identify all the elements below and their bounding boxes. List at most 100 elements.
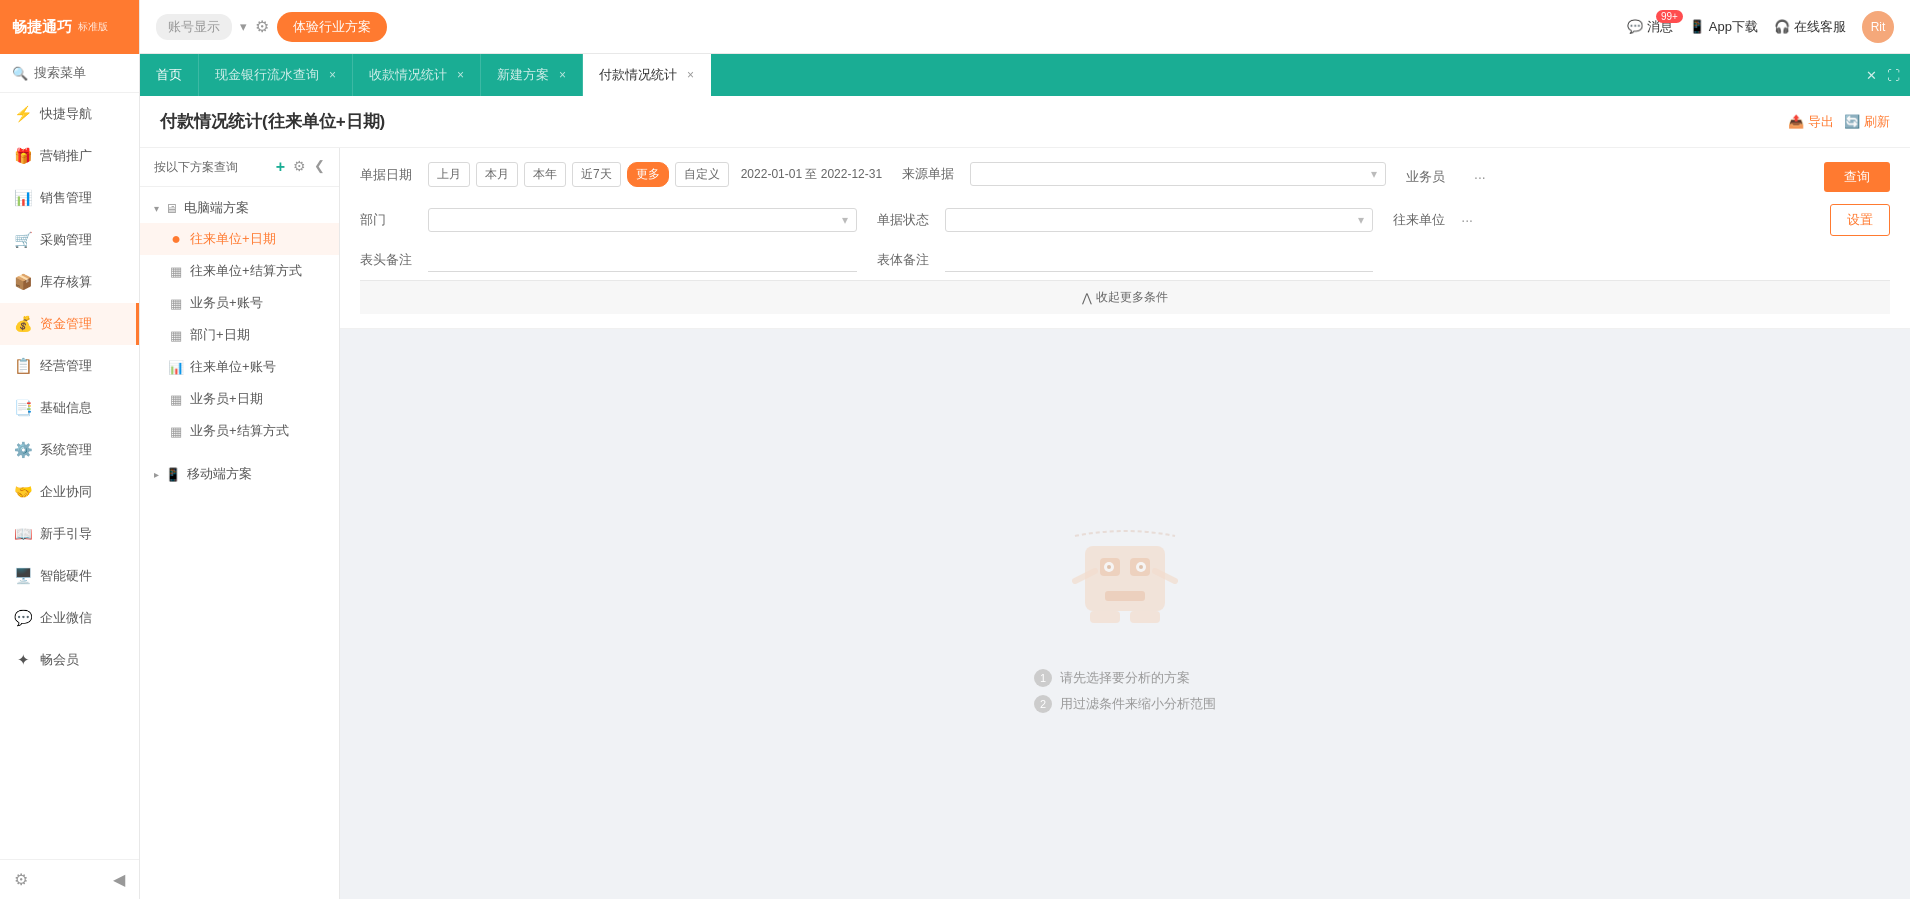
date-filter-label: 单据日期 [360,166,420,184]
tab-bank-flow[interactable]: 现金银行流水查询 × [199,54,353,96]
dept-select[interactable]: ▾ [428,208,857,232]
tab-home[interactable]: 首页 [140,54,199,96]
sidebar-item-label: 系统管理 [40,441,92,459]
left-panel: 按以下方案查询 + ⚙ ❮ ▾ 🖥 电脑端方案 [140,148,340,899]
tab-new-plan-close[interactable]: × [559,68,566,82]
sidebar-item-operations[interactable]: 📋 经营管理 [0,345,139,387]
wechat-icon: 💬 [14,609,32,627]
add-schema-btn[interactable]: + [276,158,285,176]
date-btn-this-month[interactable]: 本月 [476,162,518,187]
app-download-btn[interactable]: 📱 App下载 [1689,18,1758,36]
phone-icon: 📱 [1689,19,1705,34]
sidebar-item-base[interactable]: 📑 基础信息 [0,387,139,429]
date-btn-7days[interactable]: 近7天 [572,162,621,187]
sidebar-item-marketing[interactable]: 🎁 营销推广 [0,135,139,177]
group-expand-icon: ▾ [154,203,159,214]
tab-new-plan[interactable]: 新建方案 × [481,54,583,96]
schema-item-partner-settle[interactable]: ▦ 往来单位+结算方式 [140,255,339,287]
tab-receipt-stats[interactable]: 收款情况统计 × [353,54,481,96]
tab-expand-icon[interactable]: ⛶ [1887,68,1900,83]
footer-settings-icon[interactable]: ⚙ [14,870,28,889]
right-content: 单据日期 上月 本月 本年 近7天 更多 自定义 2022-01-01 至 20… [340,148,1910,899]
collapse-more-btn[interactable]: ⋀ 收起更多条件 [360,280,1890,314]
sidebar-item-system[interactable]: ⚙️ 系统管理 [0,429,139,471]
tab-receipt-stats-close[interactable]: × [457,68,464,82]
industry-btn[interactable]: 体验行业方案 [277,12,387,42]
messages-btn[interactable]: 💬 消息 99+ [1627,18,1673,36]
message-icon: 💬 [1627,19,1643,34]
customer-service-btn[interactable]: 🎧 在线客服 [1774,18,1846,36]
app-download-label: App下载 [1709,18,1758,36]
schema-settings-icon[interactable]: ⚙ [293,158,306,176]
schema-item-salesperson-account[interactable]: ▦ 业务员+账号 [140,287,339,319]
tab-payment-stats[interactable]: 付款情况统计 × [583,54,711,96]
schema-item-partner-account[interactable]: 📊 往来单位+账号 [140,351,339,383]
avatar[interactable]: Rit [1862,11,1894,43]
headset-icon: 🎧 [1774,19,1790,34]
system-icon: ⚙️ [14,441,32,459]
doc-status-chevron: ▾ [1358,213,1364,227]
salesperson-more-btn[interactable]: ··· [1474,169,1486,185]
topbar: 账号显示 ▾ ⚙ 体验行业方案 💬 消息 99+ 📱 App下载 🎧 在线客服 [140,0,1910,54]
export-btn[interactable]: 📤 导出 [1788,113,1834,131]
collapse-chevron-icon: ⋀ [1082,291,1092,305]
sidebar-item-label: 智能硬件 [40,567,92,585]
collapse-label: 收起更多条件 [1096,289,1168,306]
hardware-icon: 🖥️ [14,567,32,585]
settings-icon[interactable]: ⚙ [255,17,269,36]
sidebar-item-label: 库存核算 [40,273,92,291]
refresh-btn[interactable]: 🔄 刷新 [1844,113,1890,131]
date-btn-last-month[interactable]: 上月 [428,162,470,187]
tab-payment-stats-label: 付款情况统计 [599,66,677,84]
dropdown-icon[interactable]: ▾ [240,19,247,34]
partner-more-btn[interactable]: ··· [1461,212,1473,228]
sidebar-item-sales[interactable]: 📊 销售管理 [0,177,139,219]
sidebar-item-label: 畅会员 [40,651,79,669]
sidebar-item-member[interactable]: ✦ 畅会员 [0,639,139,681]
page-actions: 📤 导出 🔄 刷新 [1788,113,1890,131]
svg-rect-0 [1085,546,1165,611]
tip-text-1: 请先选择要分析的方案 [1060,669,1190,687]
schema-item-salesperson-date[interactable]: ▦ 业务员+日期 [140,383,339,415]
search-menu[interactable]: 🔍 搜索菜单 [0,54,139,93]
robot-icon [1065,516,1185,636]
query-btn[interactable]: 查询 [1824,162,1890,192]
footer-collapse-icon[interactable]: ◀ [113,870,125,889]
tab-payment-stats-close[interactable]: × [687,68,694,82]
schema-group-mobile-title[interactable]: ▸ 📱 移动端方案 [140,459,339,489]
tab-bank-flow-close[interactable]: × [329,68,336,82]
source-select[interactable]: ▾ [970,162,1386,186]
sidebar-item-label: 快捷导航 [40,105,92,123]
date-btn-custom[interactable]: 自定义 [675,162,729,187]
left-panel-header: 按以下方案查询 + ⚙ ❮ [140,148,339,187]
logo-sub: 标准版 [78,20,108,34]
doc-status-select[interactable]: ▾ [945,208,1374,232]
sidebar-item-finance[interactable]: 💰 资金管理 [0,303,139,345]
sidebar-item-quick-nav[interactable]: ⚡ 快捷导航 [0,93,139,135]
tab-close-all-icon[interactable]: ✕ [1866,68,1877,83]
date-btn-more[interactable]: 更多 [627,162,669,187]
empty-tip-1: 1 请先选择要分析的方案 [1034,669,1216,687]
schema-item-dept-date[interactable]: ▦ 部门+日期 [140,319,339,351]
marketing-icon: 🎁 [14,147,32,165]
schema-active-icon: ● [168,231,184,247]
schema-group-desktop-title[interactable]: ▾ 🖥 电脑端方案 [140,193,339,223]
schema-item-salesperson-settle[interactable]: ▦ 业务员+结算方式 [140,415,339,447]
panel-collapse-icon[interactable]: ❮ [314,158,325,176]
body-note-input[interactable] [945,248,1374,272]
schema-item-label: 往来单位+日期 [190,230,276,248]
schema-item-label: 业务员+日期 [190,390,263,408]
sidebar-item-hardware[interactable]: 🖥️ 智能硬件 [0,555,139,597]
date-btn-this-year[interactable]: 本年 [524,162,566,187]
svg-point-11 [1139,565,1143,569]
sidebar-item-purchase[interactable]: 🛒 采购管理 [0,219,139,261]
schema-item-partner-date[interactable]: ● 往来单位+日期 [140,223,339,255]
settings-btn[interactable]: 设置 [1830,204,1890,236]
sidebar-item-inventory[interactable]: 📦 库存核算 [0,261,139,303]
sidebar-nav: ⚡ 快捷导航 🎁 营销推广 📊 销售管理 🛒 采购管理 📦 库存核算 💰 [0,93,139,859]
sidebar-item-wechat[interactable]: 💬 企业微信 [0,597,139,639]
header-note-input[interactable] [428,248,857,272]
member-icon: ✦ [14,651,32,669]
sidebar-item-enterprise[interactable]: 🤝 企业协同 [0,471,139,513]
sidebar-item-guide[interactable]: 📖 新手引导 [0,513,139,555]
